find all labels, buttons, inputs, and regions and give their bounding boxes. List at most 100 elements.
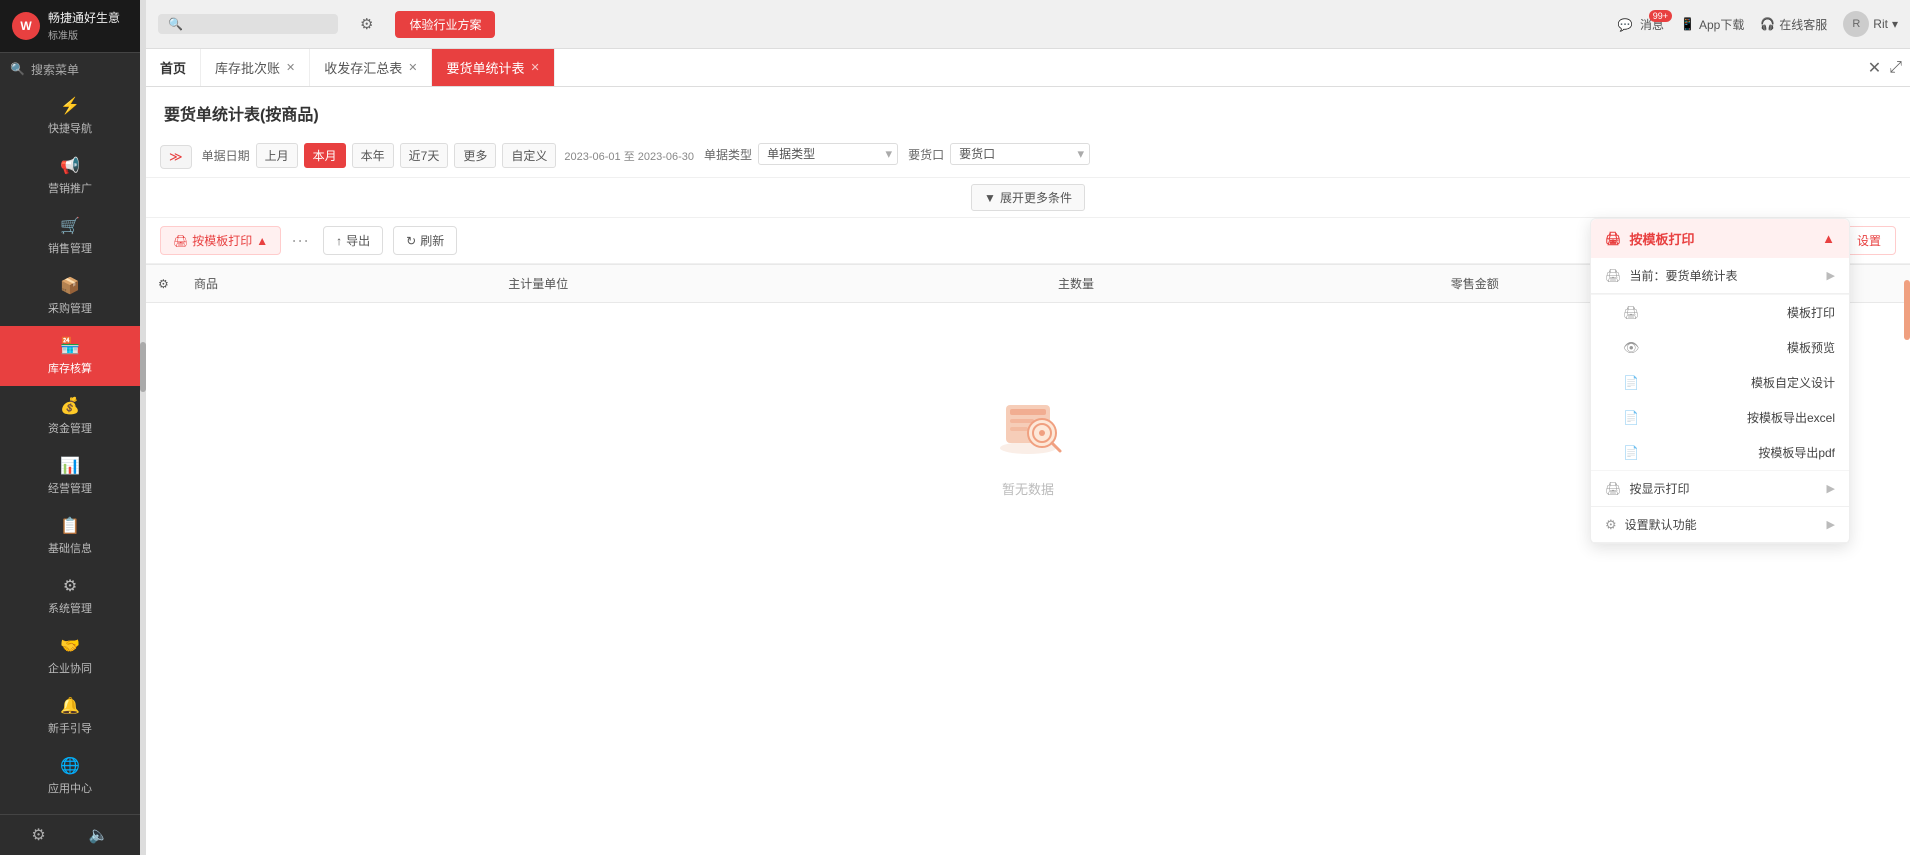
default-func-icon: ⚙ (1605, 517, 1617, 533)
nav-label: 采购管理 (48, 300, 92, 316)
tab-order-stat-label: 要货单统计表 (446, 58, 524, 77)
online-service-btn[interactable]: 🎧 在线客服 (1760, 16, 1827, 33)
print-dropdown-menu: 🖨 按模板打印 ▲ 🖨 当前：要货单统计表 ▶ (1590, 218, 1850, 544)
order-category-select[interactable]: 要货口 (950, 143, 1090, 165)
dropdown-item-template-preview[interactable]: 👁 模板预览 (1591, 330, 1849, 365)
current-item-chevron: ▶ (1827, 269, 1835, 282)
sidebar-item-inventory[interactable]: 🏪 库存核算 (0, 326, 140, 386)
dropdown-chevron-icon: ▾ (1892, 17, 1898, 31)
tab-close-all-icon[interactable]: ✕ (1868, 58, 1881, 78)
sidebar-item-purchase[interactable]: 📦 采购管理 (0, 266, 140, 326)
sidebar-item-weixin[interactable]: 💬 企业微信 (0, 806, 140, 814)
sidebar-item-operations[interactable]: 📊 经营管理 (0, 446, 140, 506)
dropdown-item-template-design[interactable]: 📄 模板自定义设计 (1591, 365, 1849, 400)
sidebar-item-sales[interactable]: 🛒 销售管理 (0, 206, 140, 266)
order-type-select[interactable]: 单据类型 (758, 143, 898, 165)
industry-btn[interactable]: 体验行业方案 (395, 11, 495, 38)
sound-icon[interactable]: 🔈 (89, 825, 109, 845)
template-design-label: 模板自定义设计 (1751, 374, 1835, 391)
service-label: 在线客服 (1779, 16, 1827, 33)
tab-home[interactable]: 首页 (146, 49, 201, 86)
coop-icon: 🤝 (60, 636, 80, 656)
app-download-btn[interactable]: 📱 App下载 (1680, 16, 1744, 33)
settings-icon[interactable]: ⚙ (31, 825, 45, 845)
date-btn-more[interactable]: 更多 (454, 143, 496, 168)
message-btn[interactable]: 💬 99+ 消息 (1618, 16, 1664, 33)
nav-label: 企业协同 (48, 660, 92, 676)
nav-label: 经营管理 (48, 480, 92, 496)
tab-expand-icon[interactable]: ⤢ (1889, 59, 1902, 77)
right-scrollbar[interactable] (1904, 200, 1910, 600)
date-btn-last-month[interactable]: 上月 (256, 143, 298, 168)
nav-label: 销售管理 (48, 240, 92, 256)
sidebar-item-system[interactable]: ⚙ 系统管理 (0, 566, 140, 626)
tab-receivable-summary-close[interactable]: ✕ (408, 61, 417, 74)
tab-order-stat[interactable]: 要货单统计表 ✕ (432, 49, 554, 86)
dropdown-item-default-func[interactable]: ⚙ 设置默认功能 ▶ (1591, 507, 1849, 543)
dropdown-section-template: 🖨 模板打印 👁 模板预览 📄 模板自定义设计 📄 按模板导出excel (1591, 295, 1849, 471)
sales-icon: 🛒 (60, 216, 80, 236)
empty-icon (988, 383, 1068, 463)
refresh-btn[interactable]: ↻ 刷新 (393, 226, 457, 255)
dropdown-header[interactable]: 🖨 按模板打印 ▲ (1591, 219, 1849, 258)
sidebar-bottom: ⚙ 🔈 (0, 814, 140, 855)
dropdown-item-display-print[interactable]: 🖨 按显示打印 ▶ (1591, 471, 1849, 507)
settings-btn[interactable]: 设置 (1842, 226, 1896, 255)
app-name: 畅捷通好生意 (48, 10, 120, 27)
nav-label: 基础信息 (48, 540, 92, 556)
filter-toggle-btn[interactable]: ≫ (160, 145, 192, 169)
expand-row: ▼ 展开更多条件 (146, 178, 1910, 218)
dropdown-item-export-excel[interactable]: 📄 按模板导出excel (1591, 400, 1849, 435)
nav-label: 应用中心 (48, 780, 92, 796)
dropdown-collapse-icon: ▲ (1822, 231, 1835, 246)
date-btn-this-month[interactable]: 本月 (304, 143, 346, 168)
date-btn-7days[interactable]: 近7天 (400, 143, 449, 168)
tab-order-stat-close[interactable]: ✕ (531, 61, 540, 74)
more-options-icon[interactable]: ··· (291, 230, 309, 251)
refresh-btn-label: 刷新 (420, 232, 444, 249)
empty-text: 暂无数据 (1002, 479, 1054, 498)
default-func-chevron: ▶ (1827, 518, 1835, 531)
expand-icon: ▼ (984, 191, 996, 205)
user-avatar[interactable]: R Rit ▾ (1843, 11, 1898, 37)
sidebar-item-guide[interactable]: 🔔 新手引导 (0, 686, 140, 746)
dropdown-item-current[interactable]: 🖨 当前：要货单统计表 ▶ (1591, 258, 1849, 294)
gear-button[interactable]: ⚙ (348, 4, 385, 44)
dropdown-title: 按模板打印 (1630, 229, 1695, 248)
date-btn-custom[interactable]: 自定义 (502, 143, 556, 168)
date-range-display: 2023-06-01 至 2023-06-30 (564, 148, 694, 164)
col-settings[interactable]: ⚙ (146, 265, 182, 303)
sidebar-item-coop[interactable]: 🤝 企业协同 (0, 626, 140, 686)
page-title: 要货单统计表(按商品) (146, 87, 1910, 135)
expand-conditions-btn[interactable]: ▼ 展开更多条件 (971, 184, 1085, 211)
purchase-icon: 📦 (60, 276, 80, 296)
sidebar-item-marketing[interactable]: 📢 营销推广 (0, 146, 140, 206)
print-btn[interactable]: 🖨 按模板打印 ▲ (160, 226, 281, 255)
system-icon: ⚙ (63, 576, 77, 596)
search-label: 搜索菜单 (31, 61, 79, 78)
nav-label: 系统管理 (48, 600, 92, 616)
print-btn-chevron: ▲ (256, 234, 268, 248)
dropdown-item-export-pdf[interactable]: 📄 按模板导出pdf (1591, 435, 1849, 470)
sidebar-item-basics[interactable]: 📋 基础信息 (0, 506, 140, 566)
date-btn-this-year[interactable]: 本年 (352, 143, 394, 168)
export-pdf-label: 按模板导出pdf (1758, 444, 1835, 461)
order-type-select-wrap: 单据类型 (758, 143, 898, 165)
current-item-icon: 🖨 (1605, 268, 1622, 284)
sidebar-item-quick-nav[interactable]: ⚡ 快捷导航 (0, 86, 140, 146)
finance-icon: 💰 (60, 396, 80, 416)
tab-inventory-batch[interactable]: 库存批次账 ✕ (201, 49, 310, 86)
dropdown-section-current: 🖨 当前：要货单统计表 ▶ (1591, 258, 1849, 295)
topbar-right: 💬 99+ 消息 📱 App下载 🎧 在线客服 R Rit ▾ (1618, 11, 1898, 37)
dropdown-item-template-print[interactable]: 🖨 模板打印 (1591, 295, 1849, 330)
export-btn[interactable]: ↑ 导出 (323, 226, 383, 255)
top-bar-input[interactable]: 🔍 (158, 14, 338, 34)
tab-receivable-summary[interactable]: 收发存汇总表 ✕ (310, 49, 432, 86)
order-category-filter-group: 要货口 要货口 (908, 143, 1090, 165)
sidebar-item-app-center[interactable]: 🌐 应用中心 (0, 746, 140, 806)
template-print-icon: 🖨 (1623, 305, 1640, 321)
app-icon: 📱 (1680, 17, 1695, 31)
sidebar-search[interactable]: 🔍 搜索菜单 (0, 53, 140, 86)
tab-inventory-batch-close[interactable]: ✕ (286, 61, 295, 74)
sidebar-item-finance[interactable]: 💰 资金管理 (0, 386, 140, 446)
